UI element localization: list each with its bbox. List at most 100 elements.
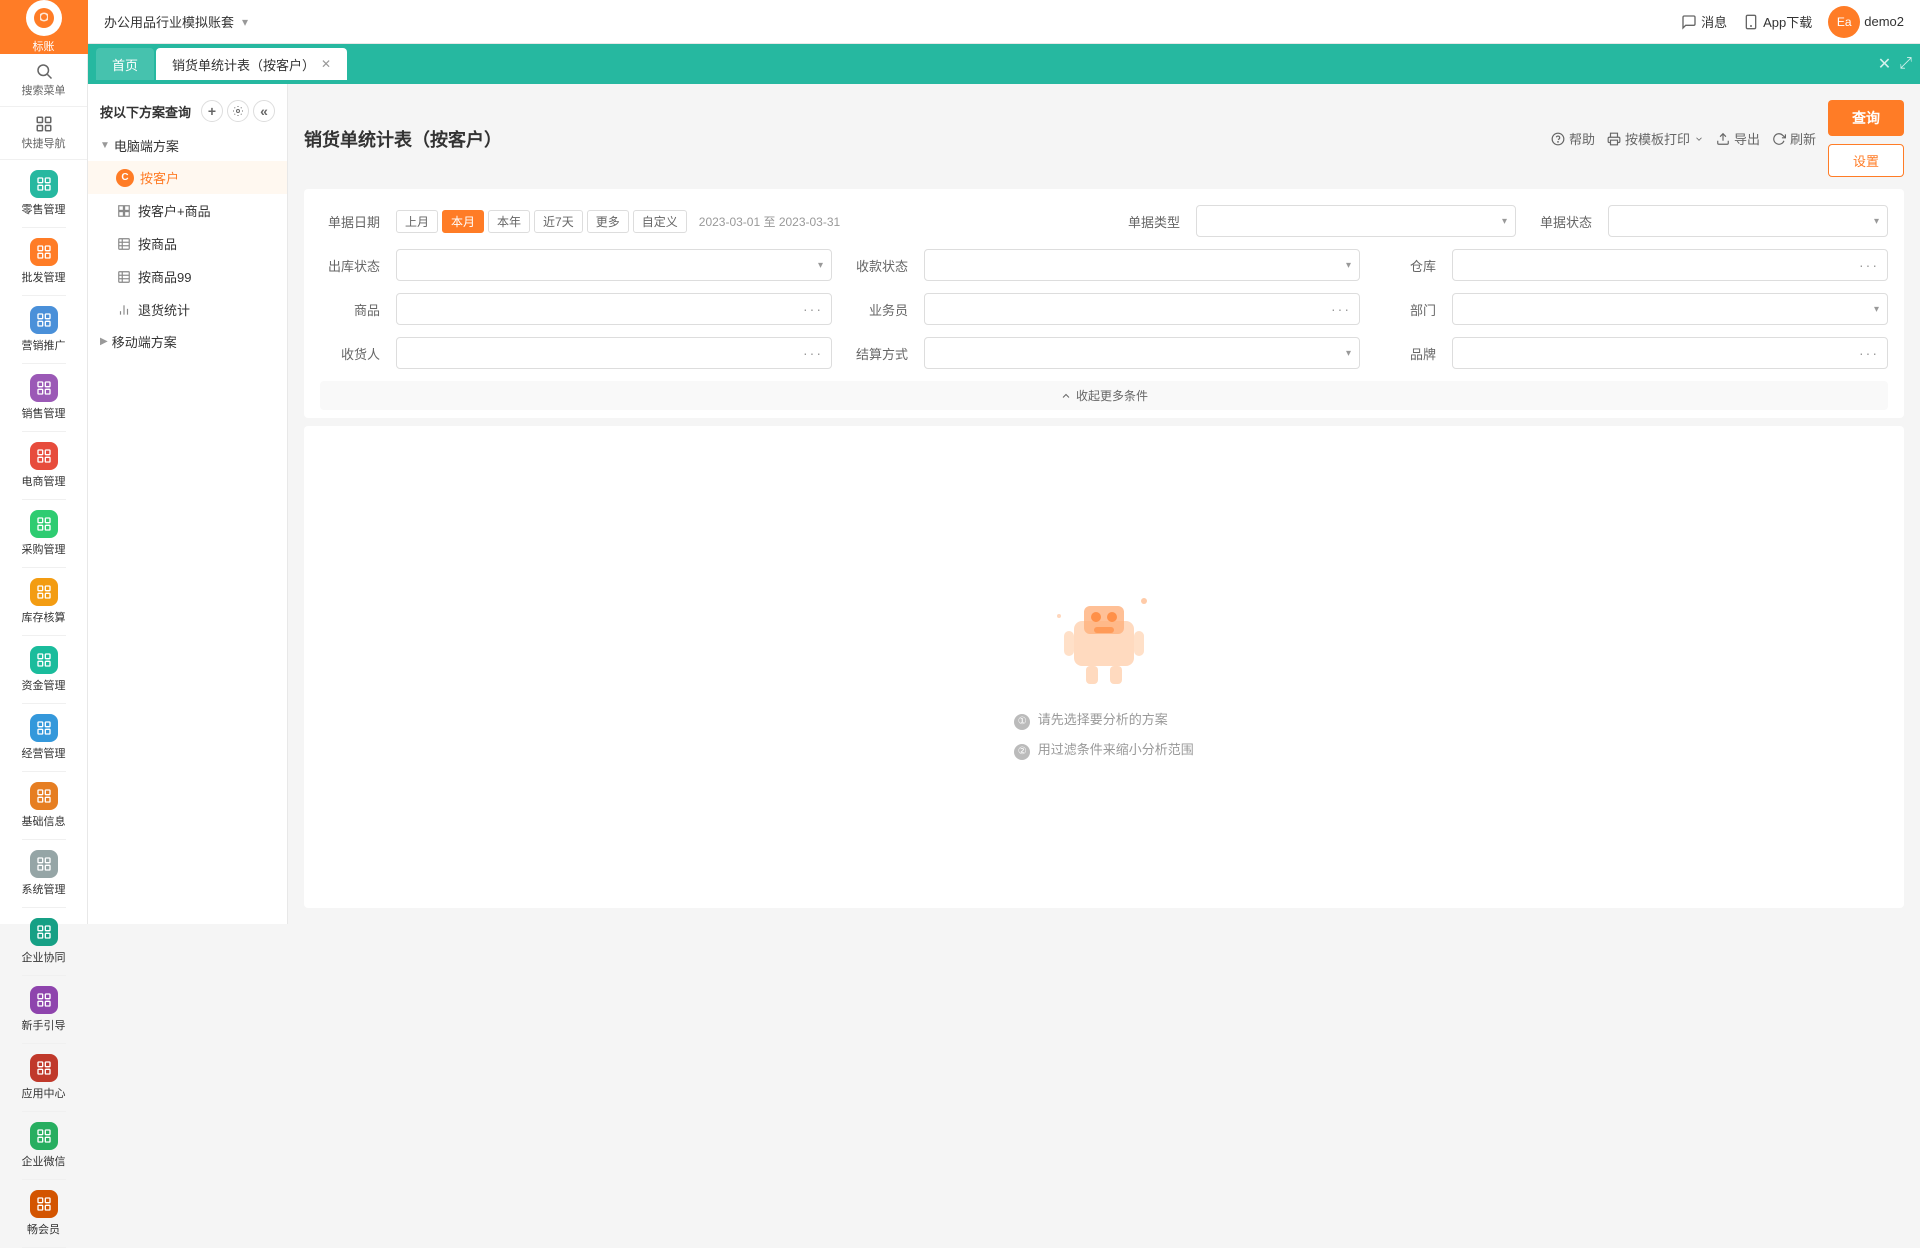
sidebar-item-label-inventory: 库存核算 bbox=[22, 609, 66, 625]
product-dots-icon[interactable]: ··· bbox=[803, 301, 823, 317]
settings-button[interactable]: 设置 bbox=[1828, 144, 1904, 177]
date-custom[interactable]: 自定义 bbox=[633, 210, 687, 233]
topbar: 办公用品行业模拟账套 ▾ 消息 App下载 Ea demo2 bbox=[88, 0, 1920, 44]
order-type-select[interactable]: ▾ bbox=[1196, 205, 1516, 237]
date-last-month[interactable]: 上月 bbox=[396, 210, 438, 233]
sidebar-item-operation[interactable]: 经营管理 bbox=[22, 704, 66, 772]
print-btn[interactable]: 按模板打印 bbox=[1607, 129, 1704, 148]
sidebar-item-label-member: 畅会员 bbox=[27, 1221, 60, 1237]
date-last-7days[interactable]: 近7天 bbox=[534, 210, 583, 233]
warehouse-dots-icon[interactable]: ··· bbox=[1859, 257, 1879, 273]
pay-status-select[interactable]: ▾ bbox=[924, 249, 1360, 281]
sidebar-item-sales-manage[interactable]: 销售管理 bbox=[22, 364, 66, 432]
help-btn[interactable]: 帮助 bbox=[1551, 129, 1595, 148]
tab-sales-stat[interactable]: 销货单统计表（按客户） ✕ bbox=[156, 48, 347, 80]
sidebar-item-label-operation: 经营管理 bbox=[22, 745, 66, 761]
export-btn[interactable]: 导出 bbox=[1716, 129, 1760, 148]
brand-select[interactable]: ··· bbox=[1452, 337, 1888, 369]
scheme-group-mobile-header[interactable]: ▶ 移动端方案 bbox=[88, 326, 287, 357]
add-scheme-btn[interactable]: + bbox=[201, 100, 223, 122]
empty-state: ① 请先选择要分析的方案 ② 用过滤条件来缩小分析范围 bbox=[304, 426, 1904, 908]
sidebar-icon-batch-manage bbox=[30, 238, 58, 266]
sidebar-icon-sales-manage bbox=[30, 374, 58, 402]
receiver-select[interactable]: ··· bbox=[396, 337, 832, 369]
order-status-select[interactable]: ▾ bbox=[1608, 205, 1888, 237]
sidebar-item-ecommerce[interactable]: 电商管理 bbox=[22, 432, 66, 500]
out-status-select[interactable]: ▾ bbox=[396, 249, 832, 281]
sidebar-search-nav[interactable]: 搜索菜单 bbox=[0, 54, 87, 107]
print-dropdown-icon bbox=[1694, 134, 1704, 144]
sidebar-item-zero-retail[interactable]: 零售管理 bbox=[22, 160, 66, 228]
page-actions: 帮助 按模板打印 导出 刷新 bbox=[1551, 100, 1904, 177]
query-button[interactable]: 查询 bbox=[1828, 100, 1904, 136]
refresh-btn[interactable]: 刷新 bbox=[1772, 129, 1816, 148]
user-menu[interactable]: Ea demo2 bbox=[1828, 6, 1904, 38]
sidebar-icon-system bbox=[30, 850, 58, 878]
collapse-filter-btn[interactable]: 收起更多条件 bbox=[320, 381, 1888, 410]
tab-close-window-btn[interactable]: ✕ bbox=[1878, 54, 1891, 74]
sidebar-item-app-center[interactable]: 应用中心 bbox=[22, 1044, 66, 1112]
tab-home-label: 首页 bbox=[112, 55, 138, 74]
tab-maximize-btn[interactable]: ⤢ bbox=[1899, 55, 1912, 73]
date-this-year[interactable]: 本年 bbox=[488, 210, 530, 233]
tab-home[interactable]: 首页 bbox=[96, 48, 154, 80]
sidebar-quick-nav[interactable]: 快捷导航 bbox=[0, 107, 87, 160]
dept-select[interactable]: ▾ bbox=[1452, 293, 1888, 325]
sidebar-item-basic-info[interactable]: 基础信息 bbox=[22, 772, 66, 840]
product-select[interactable]: ··· bbox=[396, 293, 832, 325]
order-type-label: 单据类型 bbox=[1120, 212, 1180, 231]
sidebar-item-member[interactable]: 畅会员 bbox=[22, 1180, 66, 1248]
collapse-panel-btn[interactable]: « bbox=[253, 100, 275, 122]
staff-dots-icon[interactable]: ··· bbox=[1331, 301, 1351, 317]
print-label: 按模板打印 bbox=[1625, 129, 1690, 148]
sidebar-logo[interactable]: 标账 bbox=[0, 0, 88, 54]
topbar-right: 消息 App下载 Ea demo2 bbox=[1681, 6, 1904, 38]
hint-num-2: ② bbox=[1014, 744, 1030, 760]
sidebar-item-enterprise-wechat[interactable]: 企业微信 bbox=[22, 1112, 66, 1180]
scheme-group-desktop-header[interactable]: ▼ 电脑端方案 bbox=[88, 130, 287, 161]
content-area: 按以下方案查询 + « ▼ 电脑端方案 C bbox=[88, 84, 1920, 924]
sidebar-item-finance[interactable]: 资金管理 bbox=[22, 636, 66, 704]
scheme-item-customer-product[interactable]: 按客户+商品 bbox=[88, 194, 287, 227]
empty-hint: ① 请先选择要分析的方案 ② 用过滤条件来缩小分析范围 bbox=[1014, 707, 1194, 763]
settings-scheme-btn[interactable] bbox=[227, 100, 249, 122]
sidebar-item-purchase[interactable]: 采购管理 bbox=[22, 500, 66, 568]
sidebar-icon-enterprise-wechat bbox=[30, 1122, 58, 1150]
sidebar-item-batch-manage[interactable]: 批发管理 bbox=[22, 228, 66, 296]
brand-dots-icon[interactable]: ··· bbox=[1859, 345, 1879, 361]
staff-select[interactable]: ··· bbox=[924, 293, 1360, 325]
export-label: 导出 bbox=[1734, 129, 1760, 148]
sidebar-item-inventory[interactable]: 库存核算 bbox=[22, 568, 66, 636]
scheme-item-by-product[interactable]: 按商品 bbox=[88, 227, 287, 260]
scheme-icon-table bbox=[116, 236, 132, 252]
date-control: 上月 本月 本年 近7天 更多 自定义 2023-03-01 至 2023-03… bbox=[396, 210, 1104, 233]
date-more[interactable]: 更多 bbox=[587, 210, 629, 233]
sidebar-item-newbie[interactable]: 新手引导 bbox=[22, 976, 66, 1044]
industry-dropdown-icon[interactable]: ▾ bbox=[242, 15, 248, 29]
sidebar-item-label-sales-manage: 销售管理 bbox=[22, 405, 66, 421]
scheme-item-by-customer[interactable]: C 按客户 bbox=[88, 161, 287, 194]
sidebar-item-label-newbie: 新手引导 bbox=[22, 1017, 66, 1033]
warehouse-select[interactable]: ··· bbox=[1452, 249, 1888, 281]
sidebar: 标账 搜索菜单 快捷导航 零售管理 批发管理 营销推广 销售管理 bbox=[0, 0, 88, 924]
sidebar-item-system[interactable]: 系统管理 bbox=[22, 840, 66, 908]
sidebar-icon-marketing bbox=[30, 306, 58, 334]
tab-close-btn[interactable]: ✕ bbox=[321, 57, 331, 71]
app-download-label: App下载 bbox=[1763, 12, 1812, 31]
sidebar-item-enterprise[interactable]: 企业协同 bbox=[22, 908, 66, 976]
date-this-month[interactable]: 本月 bbox=[442, 210, 484, 233]
collapse-label: 收起更多条件 bbox=[1076, 387, 1148, 404]
hint-text-1: 请先选择要分析的方案 bbox=[1038, 712, 1168, 727]
empty-hint-1: ① 请先选择要分析的方案 bbox=[1014, 707, 1194, 733]
warehouse-label: 仓库 bbox=[1376, 256, 1436, 275]
sidebar-item-label-marketing: 营销推广 bbox=[22, 337, 66, 353]
message-btn[interactable]: 消息 bbox=[1681, 12, 1727, 31]
scheme-item-refund-stat[interactable]: 退货统计 bbox=[88, 293, 287, 326]
sidebar-item-marketing[interactable]: 营销推广 bbox=[22, 296, 66, 364]
scheme-item-by-product99[interactable]: 按商品99 bbox=[88, 260, 287, 293]
tabbar: 首页 销货单统计表（按客户） ✕ ✕ ⤢ bbox=[88, 44, 1920, 84]
receiver-dots-icon[interactable]: ··· bbox=[803, 345, 823, 361]
logo-icon bbox=[26, 0, 62, 36]
payment-select[interactable]: ▾ bbox=[924, 337, 1360, 369]
app-download-btn[interactable]: App下载 bbox=[1743, 12, 1812, 31]
